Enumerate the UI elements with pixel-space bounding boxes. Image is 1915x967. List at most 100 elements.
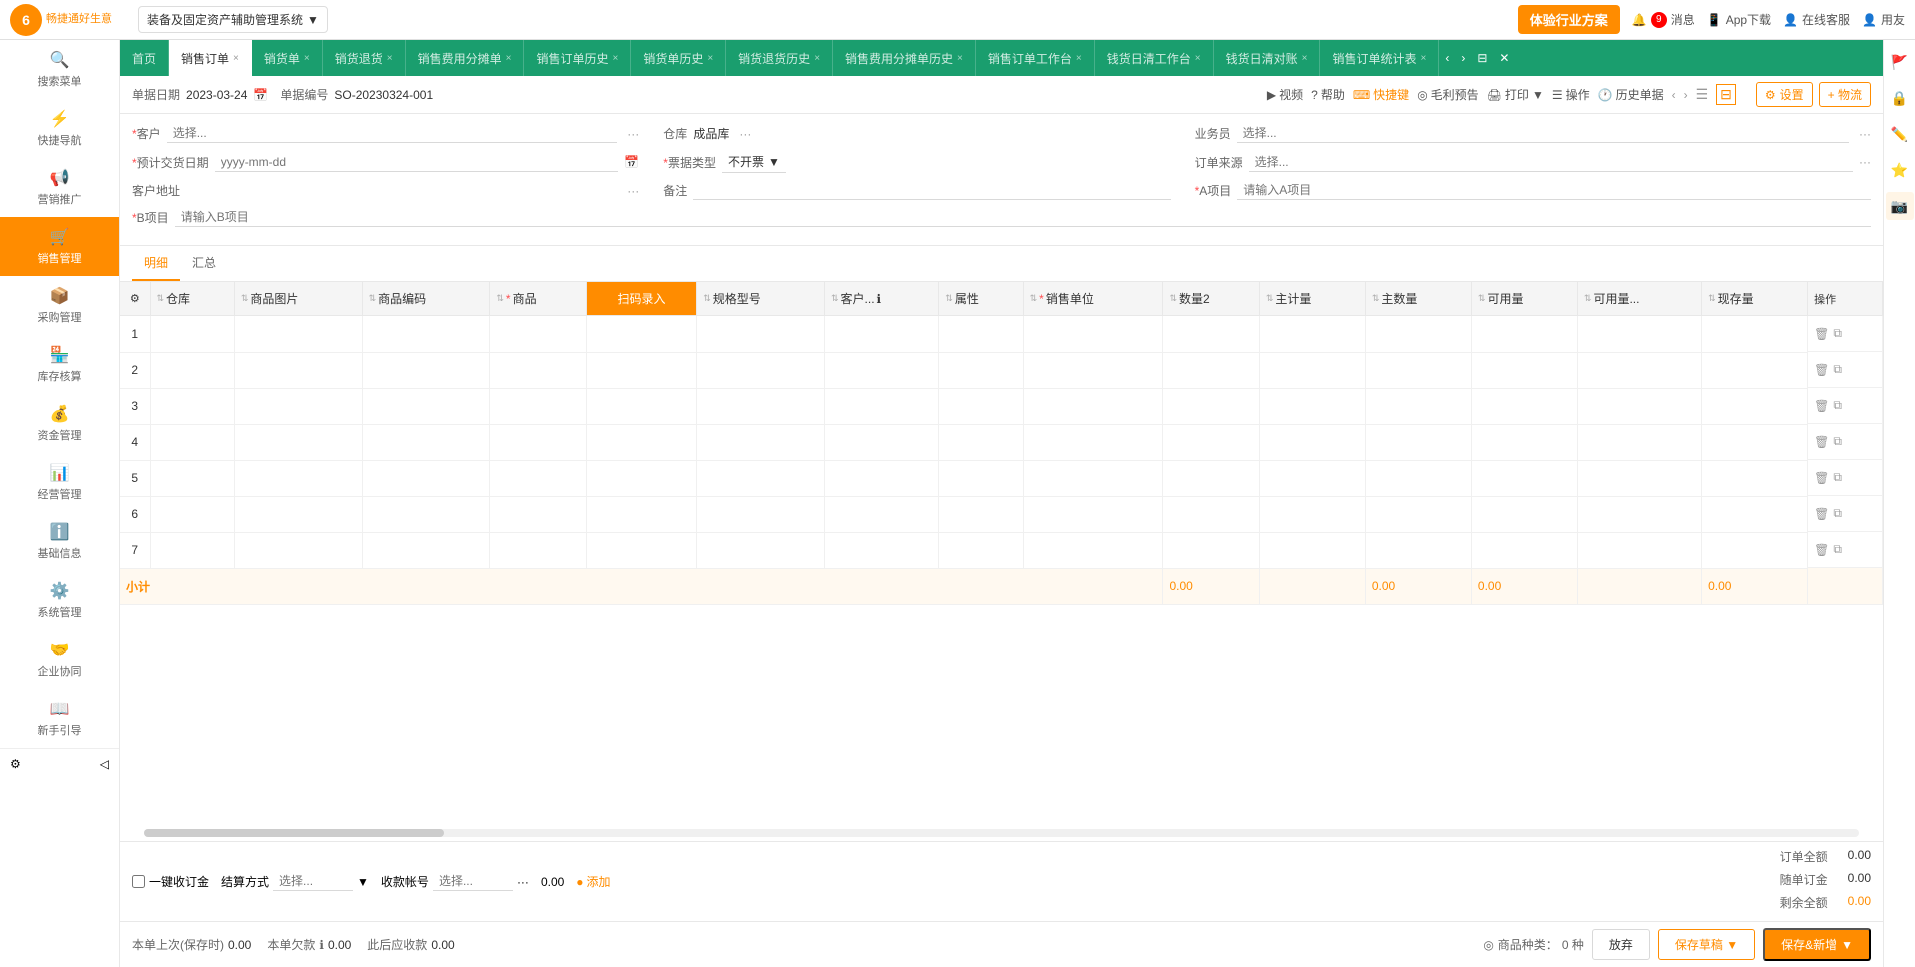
cell-available-more[interactable] [1577, 460, 1701, 496]
cell-available-qty[interactable] [1471, 316, 1577, 353]
customer-more-icon[interactable]: ··· [627, 127, 639, 141]
cell-spec[interactable] [697, 460, 825, 496]
discard-button[interactable]: 放弃 [1592, 929, 1650, 960]
preview-button[interactable]: ▶ 视频 [1267, 86, 1303, 103]
cell-product-code[interactable] [362, 496, 490, 532]
tab-close-all-button[interactable]: ✕ [1493, 51, 1515, 65]
cell-product-image[interactable] [234, 496, 362, 532]
tab-sales-return[interactable]: 销货单 × [252, 40, 323, 76]
sidebar-item-operations[interactable]: 📊 经营管理 [0, 453, 119, 512]
help-button[interactable]: ? 帮助 [1311, 86, 1345, 103]
cell-sales-unit[interactable] [1023, 460, 1163, 496]
cell-warehouse[interactable] [150, 532, 234, 568]
horizontal-scrollbar[interactable] [120, 825, 1883, 841]
copy-row-icon[interactable]: ⧉ [1833, 398, 1842, 413]
customer-address-more-icon[interactable]: ··· [627, 184, 639, 198]
th-current-qty[interactable]: ⇅现存量 [1702, 282, 1808, 316]
form-view-icon[interactable]: ⊟ [1716, 84, 1736, 105]
order-source-input[interactable] [1249, 153, 1853, 172]
cell-product-code[interactable] [362, 460, 490, 496]
sidebar-item-finance[interactable]: 💰 资金管理 [0, 394, 119, 453]
tab-close-icon[interactable]: × [304, 53, 310, 64]
tab-close-icon[interactable]: × [707, 53, 713, 64]
customer-input[interactable] [167, 124, 618, 143]
sidebar-item-system[interactable]: ⚙️ 系统管理 [0, 571, 119, 630]
cell-main-qty[interactable] [1365, 352, 1471, 388]
calendar2-icon[interactable]: 📅 [624, 155, 639, 169]
tab-order-history[interactable]: 销售订单历史 × [524, 40, 631, 76]
cell-main-qty[interactable] [1365, 496, 1471, 532]
cell-customer-code[interactable] [824, 460, 938, 496]
remarks-input[interactable] [693, 181, 1170, 200]
tab-detail[interactable]: 明细 [132, 246, 180, 281]
cell-attributes[interactable] [939, 496, 1023, 532]
delete-icon[interactable]: 🗑 [1814, 507, 1829, 521]
cell-product[interactable] [490, 424, 586, 460]
cell-main-unit[interactable] [1259, 316, 1365, 353]
tab-fee-split[interactable]: 销售费用分摊单 × [406, 40, 525, 76]
cell-spec[interactable] [697, 496, 825, 532]
th-attributes[interactable]: ⇅属性 [939, 282, 1023, 316]
copy-row-icon[interactable]: ⧉ [1833, 362, 1842, 377]
tab-next-button[interactable]: › [1455, 51, 1471, 65]
th-main-qty[interactable]: ⇅主数量 [1365, 282, 1471, 316]
add-button[interactable]: ● 添加 [576, 873, 610, 890]
delete-icon[interactable]: 🗑 [1814, 399, 1829, 413]
copy-row-icon[interactable]: ⧉ [1833, 506, 1842, 521]
tab-close-icon[interactable]: × [233, 53, 239, 64]
save-draft-button[interactable]: 保存草稿 ▼ [1658, 929, 1755, 960]
tab-close-icon[interactable]: × [957, 53, 963, 64]
cell-main-unit[interactable] [1259, 352, 1365, 388]
receipt-more-icon[interactable]: ··· [517, 875, 529, 889]
tab-close-icon[interactable]: × [1195, 53, 1201, 64]
settings-footer-icon[interactable]: ⚙ [10, 757, 21, 771]
tab-more-button[interactable]: ⊟ [1471, 51, 1493, 65]
sidebar-item-quicknav[interactable]: ⚡ 快捷导航 [0, 99, 119, 158]
cell-product-code[interactable] [362, 388, 490, 424]
cell-customer-code[interactable] [824, 424, 938, 460]
cell-current-qty[interactable] [1702, 532, 1808, 568]
th-quantity2[interactable]: ⇅数量2 [1163, 282, 1259, 316]
cell-spec[interactable] [697, 532, 825, 568]
cell-spec[interactable] [697, 316, 825, 353]
th-product-code[interactable]: ⇅商品编码 [362, 282, 490, 316]
cell-main-qty[interactable] [1365, 460, 1471, 496]
delete-icon[interactable]: 🗑 [1814, 471, 1829, 485]
cell-sales-unit[interactable] [1023, 388, 1163, 424]
settings-button[interactable]: ⚙ 设置 [1756, 82, 1813, 107]
cell-current-qty[interactable] [1702, 352, 1808, 388]
cell-main-qty[interactable] [1365, 316, 1471, 353]
cell-attributes[interactable] [939, 352, 1023, 388]
add-logistics-button[interactable]: + 物流 [1819, 82, 1871, 107]
cell-product[interactable] [490, 352, 586, 388]
warehouse-more-icon[interactable]: ··· [739, 127, 751, 141]
one-click-checkbox-label[interactable]: 一键收订金 [132, 873, 209, 890]
th-spec[interactable]: ⇅规格型号 [697, 282, 825, 316]
tab-sales-order[interactable]: 销售订单 × [169, 40, 252, 76]
save-new-button[interactable]: 保存&新增 ▼ [1763, 928, 1871, 961]
cell-warehouse[interactable] [150, 424, 234, 460]
cell-customer-code[interactable] [824, 316, 938, 353]
cell-main-unit[interactable] [1259, 496, 1365, 532]
tab-prev-button[interactable]: ‹ [1439, 51, 1455, 65]
cell-attributes[interactable] [939, 316, 1023, 353]
sidebar-item-enterprise[interactable]: 🤝 企业协同 [0, 630, 119, 689]
cell-product[interactable] [490, 532, 586, 568]
cell-main-unit[interactable] [1259, 388, 1365, 424]
tab-summary[interactable]: 汇总 [180, 246, 228, 281]
cell-product-code[interactable] [362, 316, 490, 353]
app-download-button[interactable]: 📱 App下载 [1707, 11, 1771, 28]
user-menu-button[interactable]: 👤 用友 [1862, 11, 1905, 28]
cell-available-more[interactable] [1577, 532, 1701, 568]
cell-available-qty[interactable] [1471, 424, 1577, 460]
cell-sales-unit[interactable] [1023, 532, 1163, 568]
tab-fee-split-history[interactable]: 销售费用分摊单历史 × [833, 40, 976, 76]
th-sales-unit[interactable]: ⇅*销售单位 [1023, 282, 1163, 316]
tab-return-history[interactable]: 销货单历史 × [631, 40, 726, 76]
solution-button[interactable]: 体验行业方案 [1518, 5, 1620, 34]
cell-current-qty[interactable] [1702, 316, 1808, 353]
cell-warehouse[interactable] [150, 316, 234, 353]
th-product[interactable]: ⇅*商品 [490, 282, 586, 316]
print-button[interactable]: 🖨 打印 ▼ [1487, 86, 1544, 103]
tab-cash-daily[interactable]: 钱货日清工作台 × [1095, 40, 1214, 76]
